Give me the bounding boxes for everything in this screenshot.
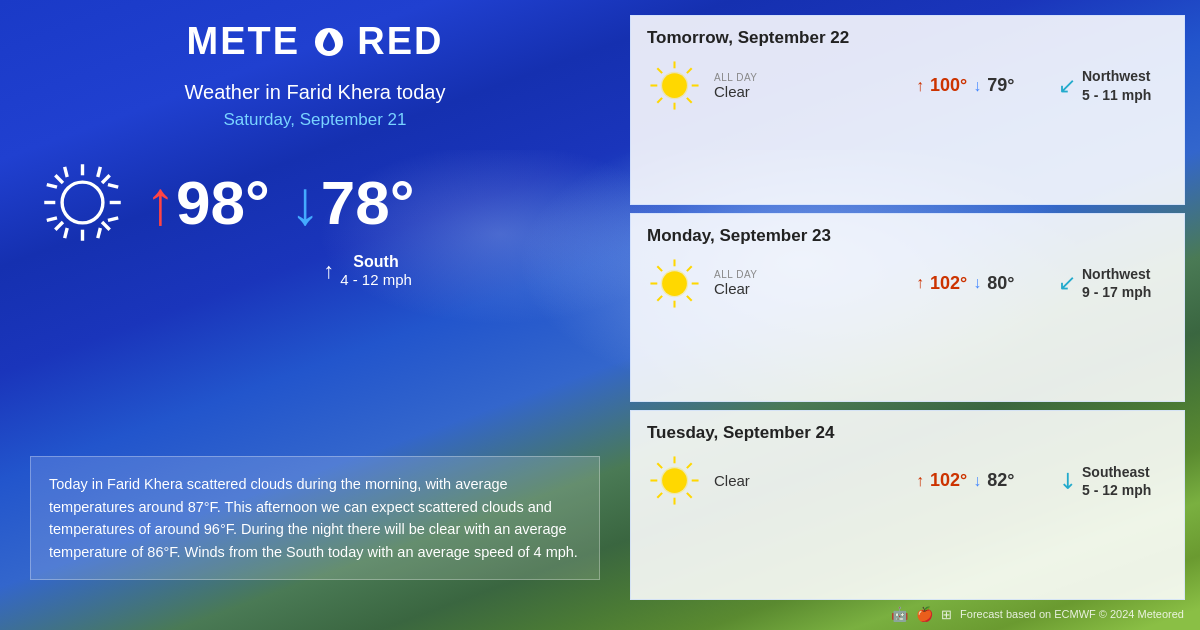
arrow-down-today: ↓ xyxy=(290,168,321,237)
forecast-body-1: ALL DAY Clear ↑ 102° ↓ 80° ↙ Northwest 9… xyxy=(647,256,1168,311)
all-day-label-1: ALL DAY xyxy=(714,269,904,280)
logo-drop-icon xyxy=(313,26,345,58)
right-panel: Tomorrow, September 22 xyxy=(630,0,1200,630)
svg-point-50 xyxy=(661,467,689,495)
city-title: Weather in Farid Khera today xyxy=(30,81,600,104)
fc-low-2: 82° xyxy=(987,470,1014,491)
main-content: METE RED Weather in Farid Khera today Sa… xyxy=(0,0,1200,630)
svg-line-24 xyxy=(687,98,692,103)
wind-arrow-up-icon: ↑ xyxy=(323,258,334,284)
svg-line-16 xyxy=(98,167,101,177)
current-weather: ↑98° ↓78° xyxy=(30,160,600,245)
temp-low-today: ↓78° xyxy=(290,167,415,238)
forecast-date-2: Tuesday, September 24 xyxy=(647,423,1168,443)
forecast-condition-0: ALL DAY Clear xyxy=(714,72,904,100)
condition-text-1: Clear xyxy=(714,280,904,297)
sun-icon-0 xyxy=(647,58,702,113)
temps-large: ↑98° ↓78° xyxy=(145,167,415,238)
forecast-condition-2: Clear xyxy=(714,472,904,489)
svg-line-12 xyxy=(108,218,118,221)
arrow-up-today: ↑ xyxy=(145,168,176,237)
svg-point-39 xyxy=(661,269,689,297)
svg-line-26 xyxy=(657,98,662,103)
svg-line-35 xyxy=(687,296,692,301)
forecast-date-1: Monday, September 23 xyxy=(647,226,1168,246)
fc-arrow-down-1: ↓ xyxy=(973,274,981,292)
wind-text-0: Northwest 5 - 11 mph xyxy=(1082,67,1151,103)
forecast-body-0: ALL DAY Clear ↑ 100° ↓ 79° ↙ Northwest 5… xyxy=(647,58,1168,113)
fc-arrow-down-2: ↓ xyxy=(973,472,981,490)
forecast-date-0: Tomorrow, September 22 xyxy=(647,28,1168,48)
fc-arrow-up-1: ↑ xyxy=(916,274,924,292)
fc-arrow-up-0: ↑ xyxy=(916,77,924,95)
svg-line-34 xyxy=(657,266,662,271)
svg-line-47 xyxy=(687,464,692,469)
date-subtitle: Saturday, September 21 xyxy=(30,110,600,130)
svg-line-6 xyxy=(102,222,110,230)
fc-high-1: 102° xyxy=(930,273,967,294)
forecast-body-2: Clear ↑ 102° ↓ 82° ↙ Southeast 5 - 12 mp… xyxy=(647,453,1168,508)
weather-description: Today in Farid Khera scattered clouds du… xyxy=(30,456,600,580)
fc-low-1: 80° xyxy=(987,273,1014,294)
sun-icon-1 xyxy=(647,256,702,311)
temp-high-today: ↑98° xyxy=(145,167,270,238)
wind-arrow-icon-0: ↙ xyxy=(1058,73,1076,99)
condition-text-0: Clear xyxy=(714,83,904,100)
logo-text: METE RED xyxy=(187,20,444,62)
svg-line-10 xyxy=(98,228,101,238)
fc-high-0: 100° xyxy=(930,75,967,96)
svg-line-46 xyxy=(687,493,692,498)
svg-line-36 xyxy=(687,266,692,271)
svg-line-13 xyxy=(47,218,57,221)
logo: METE RED xyxy=(30,20,600,63)
wind-speed-today: 4 - 12 mph xyxy=(340,271,412,288)
svg-line-5 xyxy=(55,175,63,183)
fc-arrow-down-0: ↓ xyxy=(973,77,981,95)
condition-text-2: Clear xyxy=(714,472,904,489)
wind-arrow-icon-1: ↙ xyxy=(1058,270,1076,296)
sun-icon-today xyxy=(40,160,125,245)
svg-point-17 xyxy=(62,182,103,223)
wind-info-today: ↑ South 4 - 12 mph xyxy=(135,253,600,288)
wind-text-2: Southeast 5 - 12 mph xyxy=(1082,463,1151,499)
forecast-temps-1: ↑ 102° ↓ 80° xyxy=(916,273,1046,294)
svg-line-9 xyxy=(65,167,68,177)
fc-high-2: 102° xyxy=(930,470,967,491)
svg-line-8 xyxy=(55,222,63,230)
svg-line-14 xyxy=(108,185,118,188)
wind-text-1: Northwest 9 - 17 mph xyxy=(1082,265,1151,301)
fc-low-0: 79° xyxy=(987,75,1014,96)
fc-arrow-up-2: ↑ xyxy=(916,472,924,490)
forecast-card-monday: Monday, September 23 xyxy=(630,213,1185,403)
svg-line-45 xyxy=(657,464,662,469)
svg-line-7 xyxy=(102,175,110,183)
svg-line-48 xyxy=(657,493,662,498)
forecast-temps-0: ↑ 100° ↓ 79° xyxy=(916,75,1046,96)
svg-line-37 xyxy=(657,296,662,301)
sun-icon-2 xyxy=(647,453,702,508)
svg-line-11 xyxy=(47,185,57,188)
svg-line-15 xyxy=(65,228,68,238)
wind-arrow-icon-2: ↙ xyxy=(1051,465,1082,496)
forecast-condition-1: ALL DAY Clear xyxy=(714,269,904,297)
forecast-card-tuesday: Tuesday, September 24 xyxy=(630,410,1185,600)
svg-line-25 xyxy=(687,68,692,73)
svg-point-28 xyxy=(661,72,689,100)
wind-direction-today: South xyxy=(340,253,412,271)
left-panel: METE RED Weather in Farid Khera today Sa… xyxy=(0,0,630,630)
forecast-wind-0: ↙ Northwest 5 - 11 mph xyxy=(1058,67,1168,103)
forecast-temps-2: ↑ 102° ↓ 82° xyxy=(916,470,1046,491)
all-day-label-0: ALL DAY xyxy=(714,72,904,83)
forecast-card-tomorrow: Tomorrow, September 22 xyxy=(630,15,1185,205)
forecast-wind-2: ↙ Southeast 5 - 12 mph xyxy=(1058,463,1168,499)
forecast-wind-1: ↙ Northwest 9 - 17 mph xyxy=(1058,265,1168,301)
svg-line-23 xyxy=(657,68,662,73)
